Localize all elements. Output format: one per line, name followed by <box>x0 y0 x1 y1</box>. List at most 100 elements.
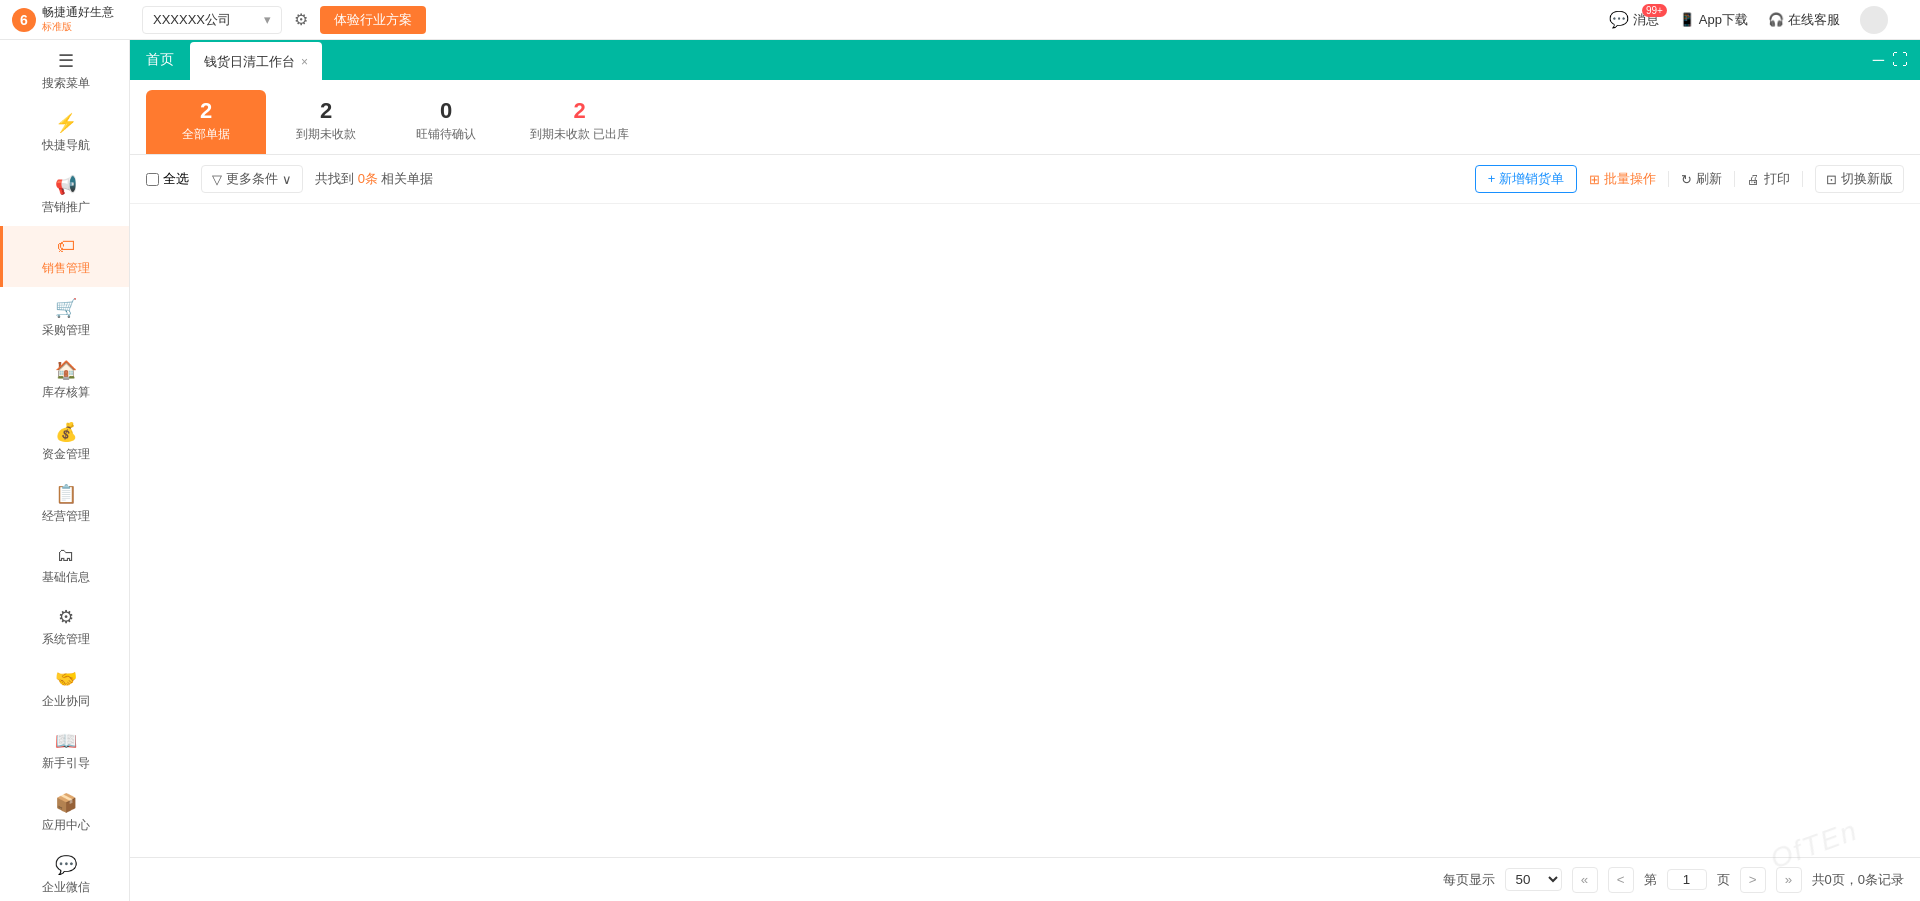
operations-icon: 📋 <box>55 483 77 505</box>
batch-operation-button[interactable]: ⊞ 批量操作 <box>1589 170 1656 188</box>
sidebar-label-search: 搜索菜单 <box>42 75 90 92</box>
sidebar-item-quicknav[interactable]: ⚡ 快捷导航 <box>0 102 129 164</box>
filter-label: 更多条件 <box>226 170 278 188</box>
top-header: 6 畅捷通好生意 标准版 XXXXXX公司 ▾ ⚙ 体验行业方案 💬 消息 99… <box>0 0 1920 40</box>
stat-num-overdue: 2 <box>320 98 332 124</box>
company-selector[interactable]: XXXXXX公司 ▾ <box>142 6 282 34</box>
filter-icon: ▽ <box>212 172 222 187</box>
sales-icon: 🏷 <box>57 236 75 257</box>
sidebar-label-wechat: 企业微信 <box>42 879 90 896</box>
sidebar-label-system: 系统管理 <box>42 631 90 648</box>
stat-tab-all[interactable]: 2 全部单据 <box>146 90 266 154</box>
content-area: 首页 钱货日清工作台 × ─ ⛶ 2 全部单据 2 到期 <box>130 40 1920 901</box>
page-content: 2 全部单据 2 到期未收款 0 旺铺待确认 2 到期未收款 已出库 <box>130 80 1920 901</box>
refresh-button[interactable]: ↻ 刷新 <box>1681 170 1722 188</box>
print-button[interactable]: 🖨 打印 <box>1747 170 1790 188</box>
sidebar-item-purchase[interactable]: 🛒 采购管理 <box>0 287 129 349</box>
settings-icon[interactable]: ⚙ <box>294 10 308 29</box>
sidebar-item-collab[interactable]: 🤝 企业协同 <box>0 658 129 720</box>
window-maximize-icon[interactable]: ⛶ <box>1892 51 1908 69</box>
app-download-button[interactable]: 📱 App下载 <box>1679 11 1748 29</box>
filter-button[interactable]: ▽ 更多条件 ∨ <box>201 165 303 193</box>
page-suffix: 页 <box>1717 871 1730 889</box>
prev-page-button[interactable]: < <box>1608 867 1634 893</box>
new-sales-order-button[interactable]: + 新增销货单 <box>1475 165 1577 193</box>
company-name: XXXXXX公司 <box>153 11 256 29</box>
search-menu-icon: ☰ <box>58 50 74 72</box>
sidebar-item-wechat[interactable]: 💬 企业微信 <box>0 844 129 901</box>
online-service-button[interactable]: 🎧 在线客服 <box>1768 11 1840 29</box>
sidebar-item-sales[interactable]: 🏷 销售管理 <box>0 226 129 287</box>
sidebar-label-appcenter: 应用中心 <box>42 817 90 834</box>
logo-icon: 6 <box>12 8 36 32</box>
stat-tab-shipped[interactable]: 2 到期未收款 已出库 <box>506 90 653 154</box>
stat-label-shipped: 到期未收款 已出库 <box>530 126 629 143</box>
basics-icon: 🗂 <box>57 545 75 566</box>
per-page-label: 每页显示 <box>1443 871 1495 889</box>
tab-active[interactable]: 钱货日清工作台 × <box>190 42 322 82</box>
tab-home[interactable]: 首页 <box>130 40 190 80</box>
service-label: 在线客服 <box>1788 11 1840 29</box>
sidebar-item-marketing[interactable]: 📢 营销推广 <box>0 164 129 226</box>
table-area <box>130 204 1920 857</box>
per-page-select[interactable]: 50 100 200 <box>1505 868 1562 891</box>
stat-label-all: 全部单据 <box>182 126 230 143</box>
headset-icon: 🎧 <box>1768 12 1784 27</box>
sidebar-item-basics[interactable]: 🗂 基础信息 <box>0 535 129 596</box>
system-icon: ⚙ <box>58 606 74 628</box>
sidebar-item-search[interactable]: ☰ 搜索菜单 <box>0 40 129 102</box>
message-button[interactable]: 💬 消息 99+ <box>1609 10 1659 29</box>
switch-icon: ⊡ <box>1826 172 1837 187</box>
select-all-input[interactable] <box>146 173 159 186</box>
sidebar-label-sales: 销售管理 <box>42 260 90 277</box>
finance-icon: 💰 <box>55 421 77 443</box>
found-text: 共找到 0条 相关单据 <box>315 170 433 188</box>
sidebar-item-inventory[interactable]: 🏠 库存核算 <box>0 349 129 411</box>
refresh-label: 刷新 <box>1696 170 1722 188</box>
header-right: 💬 消息 99+ 📱 App下载 🎧 在线客服 <box>1609 6 1908 34</box>
marketing-icon: 📢 <box>55 174 77 196</box>
guide-icon: 📖 <box>55 730 77 752</box>
sidebar-item-finance[interactable]: 💰 资金管理 <box>0 411 129 473</box>
stat-tab-pending[interactable]: 0 旺铺待确认 <box>386 90 506 154</box>
sidebar-item-system[interactable]: ⚙ 系统管理 <box>0 596 129 658</box>
sidebar-item-guide[interactable]: 📖 新手引导 <box>0 720 129 782</box>
divider2 <box>1734 171 1735 187</box>
tab-bar: 首页 钱货日清工作台 × ─ ⛶ <box>130 40 1920 80</box>
download-label: App下载 <box>1699 11 1748 29</box>
page-input[interactable] <box>1667 869 1707 890</box>
total-label: 共0页，0条记录 <box>1812 871 1904 889</box>
found-prefix: 共找到 <box>315 171 354 186</box>
stats-bar: 2 全部单据 2 到期未收款 0 旺铺待确认 2 到期未收款 已出库 <box>130 80 1920 155</box>
logo-line2: 标准版 <box>42 20 114 34</box>
user-avatar[interactable] <box>1860 6 1888 34</box>
stat-num-all: 2 <box>200 98 212 124</box>
tab-window-buttons: ─ ⛶ <box>1861 51 1920 69</box>
tab-active-label: 钱货日清工作台 <box>204 53 295 71</box>
wechat-icon: 💬 <box>55 854 77 876</box>
sidebar-label-inventory: 库存核算 <box>42 384 90 401</box>
sidebar-item-appcenter[interactable]: 📦 应用中心 <box>0 782 129 844</box>
sidebar-label-guide: 新手引导 <box>42 755 90 772</box>
first-page-button[interactable]: « <box>1572 867 1598 893</box>
sidebar-item-operations[interactable]: 📋 经营管理 <box>0 473 129 535</box>
tab-close-icon[interactable]: × <box>301 55 308 69</box>
last-page-button[interactable]: » <box>1776 867 1802 893</box>
switch-version-button[interactable]: ⊡ 切换新版 <box>1815 165 1904 193</box>
trial-button[interactable]: 体验行业方案 <box>320 6 426 34</box>
switch-label: 切换新版 <box>1841 170 1893 188</box>
sidebar: ☰ 搜索菜单 ⚡ 快捷导航 📢 营销推广 🏷 销售管理 🛒 采购管理 🏠 库存核… <box>0 40 130 901</box>
filter-arrow-icon: ∨ <box>282 172 292 187</box>
tab-home-label: 首页 <box>146 51 174 69</box>
select-all-label: 全选 <box>163 170 189 188</box>
sidebar-label-operations: 经营管理 <box>42 508 90 525</box>
sidebar-label-basics: 基础信息 <box>42 569 90 586</box>
window-minimize-icon[interactable]: ─ <box>1873 51 1884 69</box>
divider <box>1668 171 1669 187</box>
stat-num-shipped: 2 <box>574 98 586 124</box>
select-all-checkbox[interactable]: 全选 <box>146 170 189 188</box>
next-page-button[interactable]: > <box>1740 867 1766 893</box>
stat-tab-overdue[interactable]: 2 到期未收款 <box>266 90 386 154</box>
download-icon: 📱 <box>1679 12 1695 27</box>
quicknav-icon: ⚡ <box>55 112 77 134</box>
